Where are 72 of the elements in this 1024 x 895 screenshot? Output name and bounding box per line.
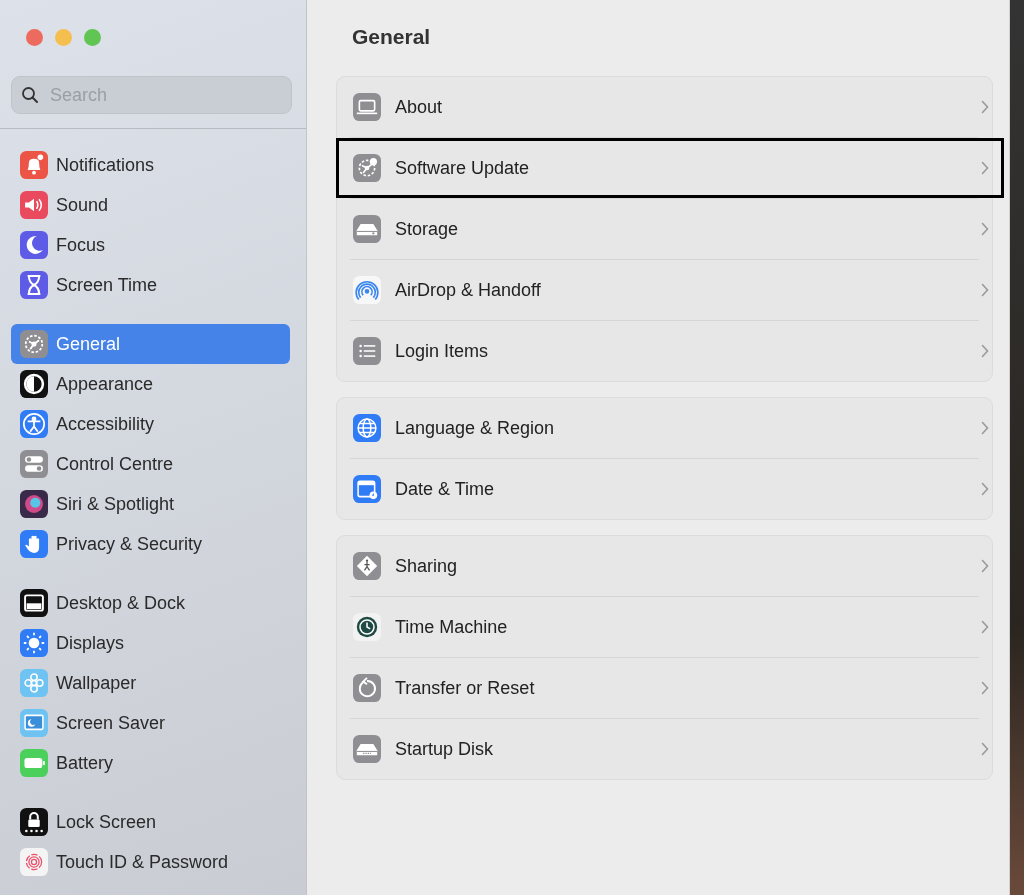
chevron-icon — [981, 283, 989, 297]
chevron-icon — [981, 681, 989, 695]
sidebar-item[interactable]: Wallpaper — [11, 663, 290, 703]
sidebar-item[interactable]: Screen Time — [11, 265, 290, 305]
moon-icon — [20, 231, 48, 259]
sidebar-item[interactable]: Focus — [11, 225, 290, 265]
settings-row[interactable]: Storage — [336, 199, 1004, 259]
gear-icon — [353, 154, 381, 182]
reset-icon — [353, 674, 381, 702]
settings-row[interactable]: Login Items — [336, 321, 1004, 381]
chevron-icon — [981, 161, 989, 175]
chevron-icon — [981, 222, 989, 236]
walking-person-icon — [353, 552, 381, 580]
sidebar-item[interactable]: Sound — [11, 185, 290, 225]
settings-row[interactable]: Transfer or Reset — [336, 658, 1004, 718]
settings-row[interactable]: Time Machine — [336, 597, 1004, 657]
screen-icon — [20, 709, 48, 737]
settings-row[interactable]: Date & Time — [336, 459, 1004, 519]
sidebar-item[interactable]: General — [11, 324, 290, 364]
contrast-icon — [20, 370, 48, 398]
window-title: General — [352, 24, 432, 50]
list-icon — [353, 337, 381, 365]
settings-row[interactable]: Language & Region — [336, 398, 1004, 458]
settings-row[interactable]: Sharing — [336, 536, 1004, 596]
drive-icon — [353, 735, 381, 763]
laptop-icon — [353, 93, 381, 121]
chevron-icon — [981, 100, 989, 114]
sidebar-item[interactable]: Screen Saver — [11, 703, 290, 743]
sidebar-item[interactable]: Displays — [11, 623, 290, 663]
zoom-button[interactable] — [84, 29, 101, 46]
chevron-icon — [981, 620, 989, 634]
settings-row[interactable]: AirDrop & Handoff — [336, 260, 1004, 320]
search-icon — [21, 86, 39, 104]
chevron-icon — [981, 421, 989, 435]
hourglass-icon — [20, 271, 48, 299]
lock-icon — [20, 808, 48, 836]
chevron-icon — [981, 559, 989, 573]
sidebar-item[interactable]: Lock Screen — [11, 802, 290, 842]
clock-icon — [353, 613, 381, 641]
settings-row[interactable]: About — [336, 77, 1004, 137]
sidebar-item[interactable]: Desktop & Dock — [11, 583, 290, 623]
flower-icon — [20, 669, 48, 697]
person-icon — [20, 410, 48, 438]
sidebar-item[interactable]: Accessibility — [11, 404, 290, 444]
minimize-button[interactable] — [55, 29, 72, 46]
sidebar-item[interactable]: Battery — [11, 743, 290, 783]
bell-icon — [20, 151, 48, 179]
toggles-icon — [20, 450, 48, 478]
sidebar-item[interactable]: Control Centre — [11, 444, 290, 484]
sidebar-item[interactable]: Siri & Spotlight — [11, 484, 290, 524]
sun-icon — [20, 629, 48, 657]
speaker-icon — [20, 191, 48, 219]
fingerprint-icon — [20, 848, 48, 876]
calendar-icon — [353, 475, 381, 503]
chevron-icon — [981, 344, 989, 358]
chevron-icon — [981, 742, 989, 756]
orb-icon — [20, 490, 48, 518]
close-button[interactable] — [26, 29, 43, 46]
battery-icon — [20, 749, 48, 777]
drive-icon — [353, 215, 381, 243]
hand-icon — [20, 530, 48, 558]
chevron-icon — [981, 482, 989, 496]
signal-icon — [353, 276, 381, 304]
settings-row[interactable]: Startup Disk — [336, 719, 1004, 779]
gear-icon — [20, 330, 48, 358]
settings-row[interactable]: Software Update — [336, 138, 1004, 198]
dock-icon — [20, 589, 48, 617]
sidebar-item[interactable]: Notifications — [11, 145, 290, 185]
globe-icon — [353, 414, 381, 442]
sidebar-item[interactable]: Appearance — [11, 364, 290, 404]
sidebar-item[interactable]: Touch ID & Password — [11, 842, 290, 882]
sidebar-item[interactable]: Privacy & Security — [11, 524, 290, 564]
